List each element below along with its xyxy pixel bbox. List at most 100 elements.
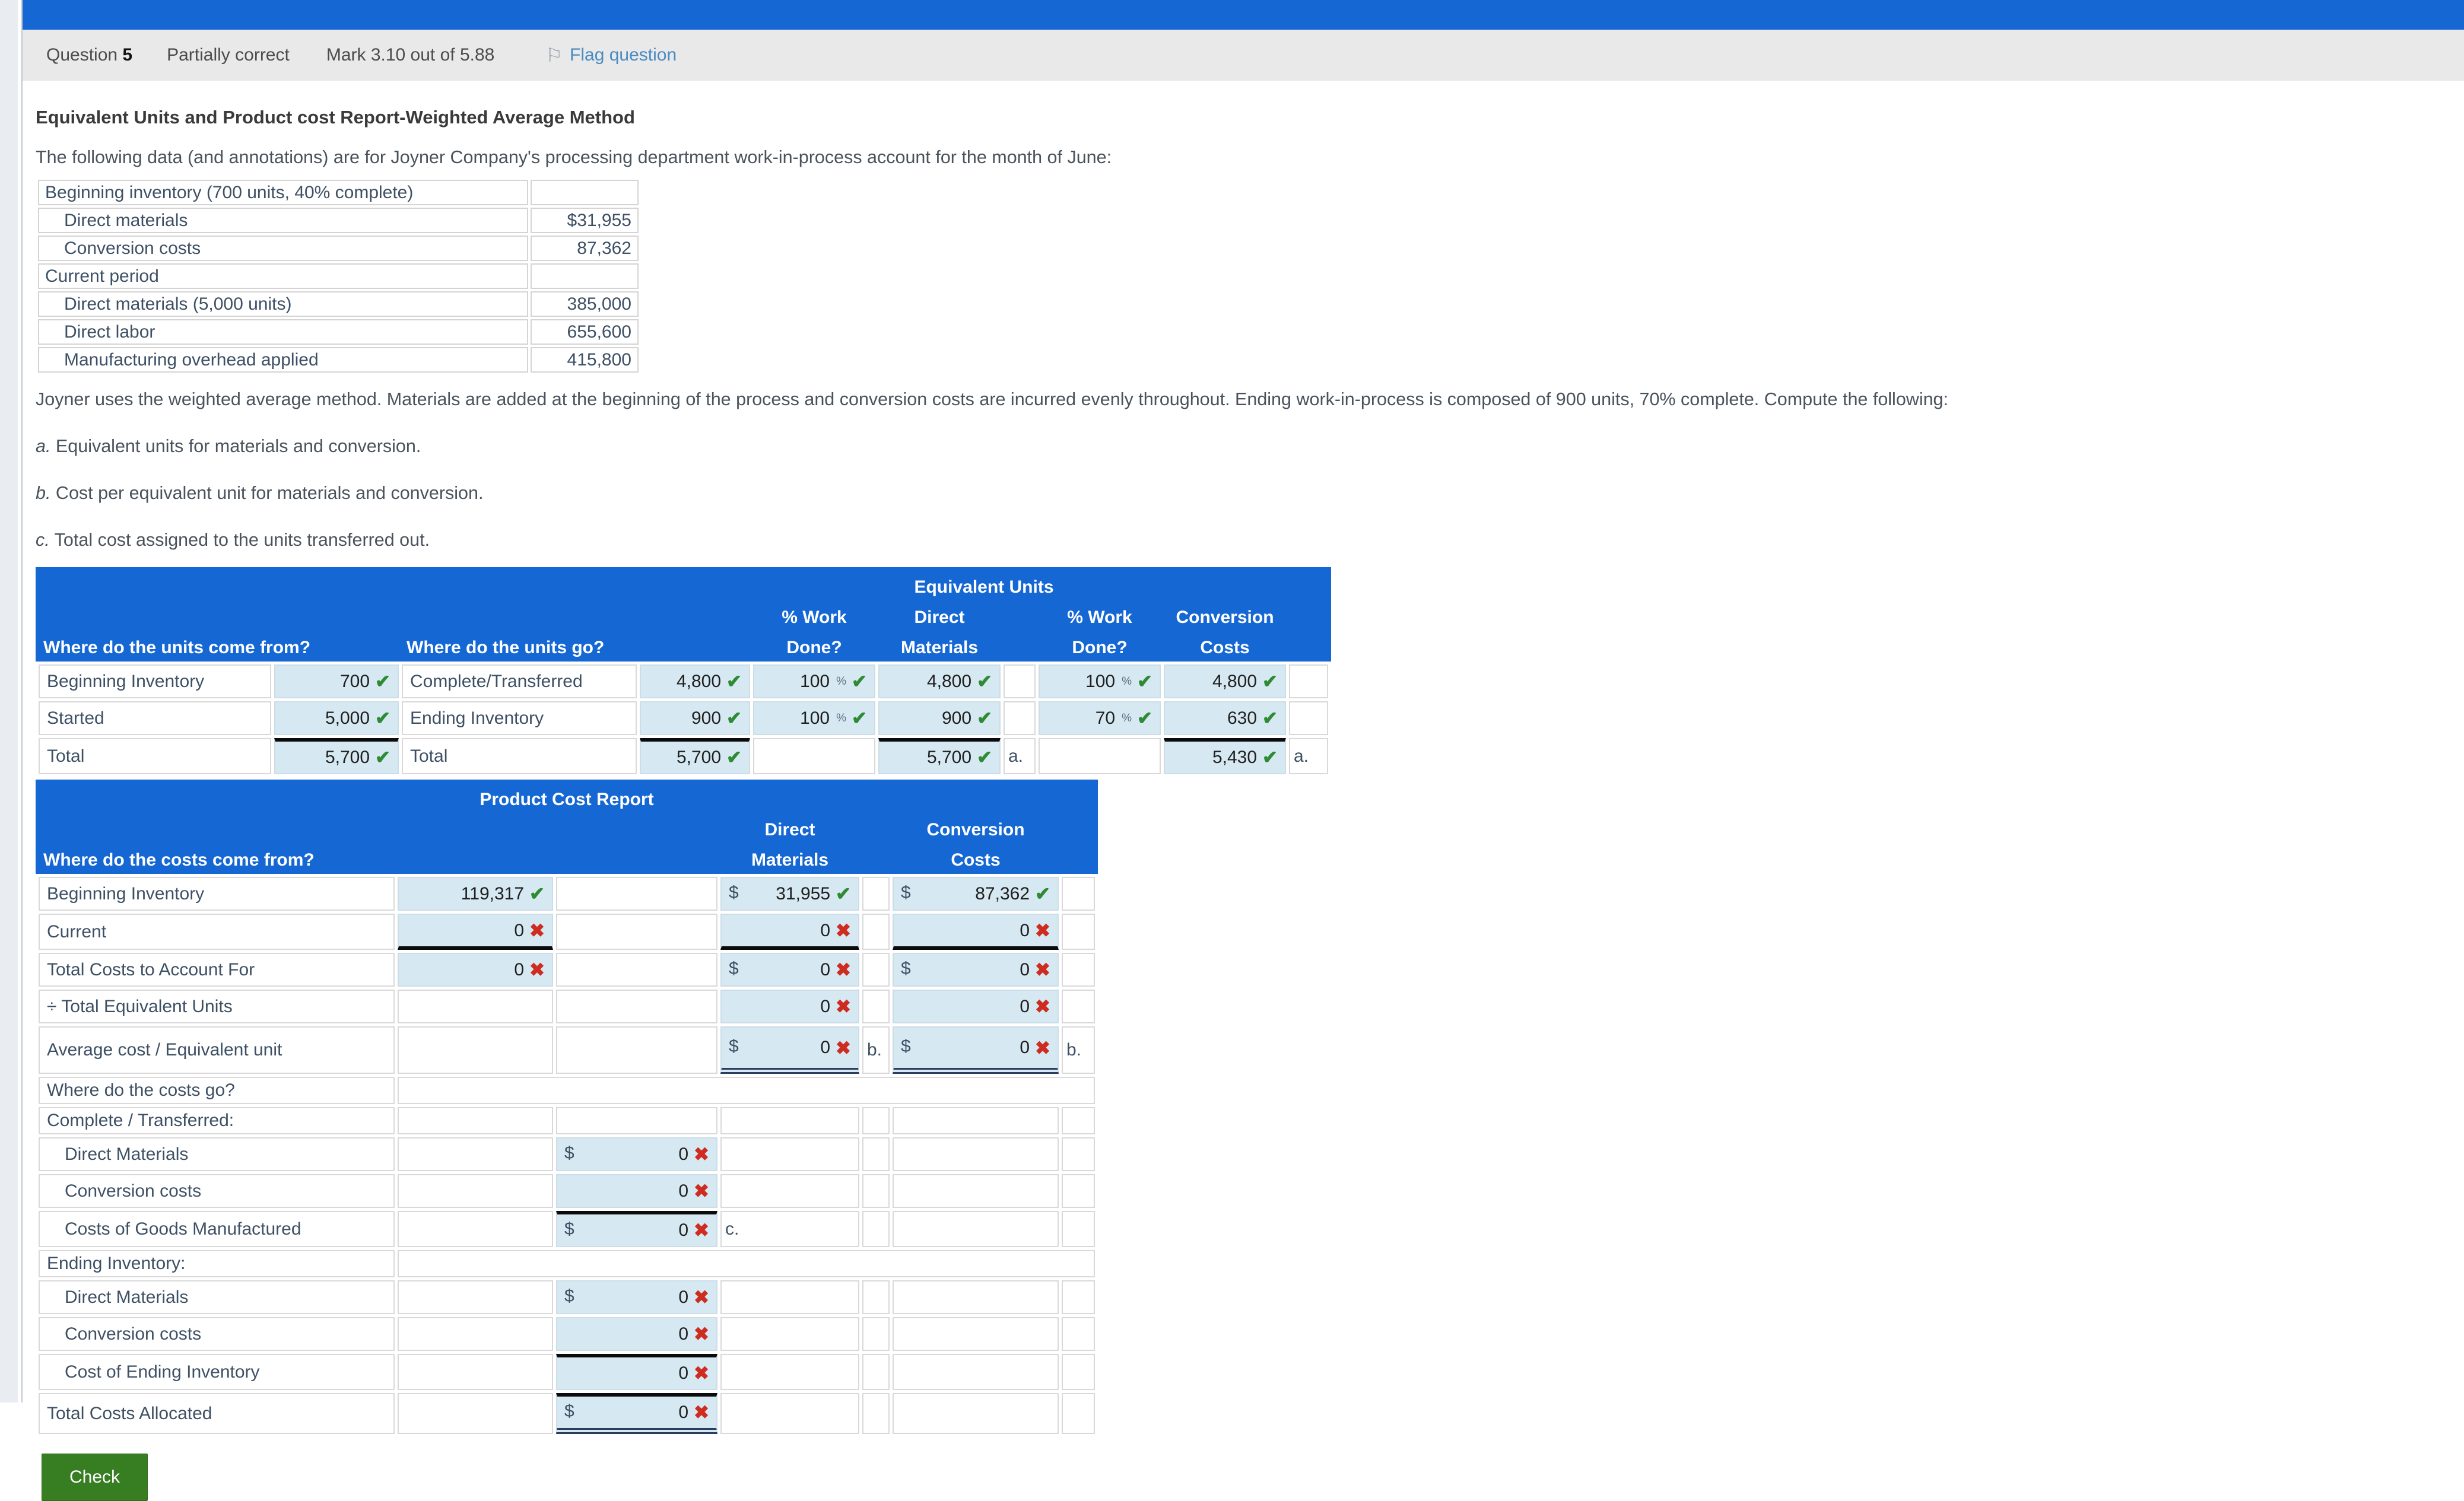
eu-units-input[interactable]: 5,000✔: [274, 701, 399, 735]
empty-cell: [753, 738, 875, 774]
check-button[interactable]: Check: [42, 1454, 148, 1501]
empty-cell: [893, 1174, 1059, 1208]
pcr-note-cell: [1062, 1354, 1095, 1390]
result-mark-icon: ✖: [694, 1182, 709, 1200]
pcr-note-cell: [1062, 1280, 1095, 1314]
dollar-sign: $: [729, 960, 739, 978]
pcr-dm-input[interactable]: $0✖: [720, 953, 859, 987]
pcr-amount-input[interactable]: $0✖: [556, 1137, 717, 1171]
pcr-note-cell: [1062, 1317, 1095, 1351]
pcr-amount-input[interactable]: $0✖: [556, 1393, 717, 1434]
eu-units-input[interactable]: 5,700✔: [640, 738, 750, 774]
table-row: Average cost / Equivalent unit $0✖ b. $0…: [39, 1026, 1095, 1074]
eu-header-conversion: Conversion: [1164, 604, 1286, 631]
pcr-amount-input[interactable]: $0✖: [556, 1280, 717, 1314]
eu-conversion-input[interactable]: 5,430✔: [1164, 738, 1286, 774]
empty-cell: [720, 1393, 859, 1434]
result-mark-icon: ✖: [529, 921, 545, 940]
pcr-total-input[interactable]: 119,317✔: [398, 877, 553, 911]
data-value: 655,600: [531, 319, 639, 345]
eu-pct-input[interactable]: 100%✔: [1039, 664, 1161, 698]
eu-header-spacer: [1004, 604, 1036, 631]
empty-cell: [720, 1354, 859, 1390]
pcr-row-label: Current: [39, 914, 395, 950]
pcr-header-costs: Costs: [893, 847, 1059, 874]
eu-note-cell: a.: [1004, 738, 1036, 774]
eu-units-input[interactable]: 900✔: [640, 701, 750, 735]
empty-cell: [556, 914, 717, 950]
pcr-dm-input[interactable]: $31,955✔: [720, 877, 859, 911]
task-text: Total cost assigned to the units transfe…: [55, 530, 430, 550]
intro-text: The following data (and annotations) are…: [36, 147, 2431, 168]
eu-units-input[interactable]: 5,700✔: [274, 738, 399, 774]
pcr-dm-input[interactable]: $0✖: [720, 1026, 859, 1074]
eu-conversion-input[interactable]: 4,800✔: [1164, 664, 1286, 698]
pcr-cc-input[interactable]: $0✖: [893, 1026, 1059, 1074]
pcr-cc-input[interactable]: 0✖: [893, 990, 1059, 1023]
eu-materials-input[interactable]: 5,700✔: [878, 738, 1001, 774]
page-title: Equivalent Units and Product cost Report…: [36, 107, 2431, 128]
data-label: Conversion costs: [38, 236, 528, 261]
data-value: $31,955: [531, 208, 639, 233]
empty-cell: [398, 1174, 553, 1208]
question-status: Partially correct: [167, 45, 290, 65]
pcr-total-input[interactable]: 0✖: [398, 914, 553, 950]
eu-materials-input[interactable]: 4,800✔: [878, 664, 1001, 698]
eu-conversion-input[interactable]: 630✔: [1164, 701, 1286, 735]
pcr-note-cell: [1062, 990, 1095, 1023]
task-letter: b.: [36, 483, 50, 503]
pcr-row-label: Beginning Inventory: [39, 877, 395, 911]
result-mark-icon: ✖: [529, 961, 545, 979]
pcr-header-materials: Materials: [720, 847, 859, 874]
table-row: Total 5,700✔ Total 5,700✔ 5,700✔ a. 5,43…: [39, 738, 1328, 774]
result-mark-icon: ✔: [977, 748, 992, 767]
eu-header-costs: Costs: [1164, 634, 1286, 662]
eu-units-input[interactable]: 700✔: [274, 664, 399, 698]
pcr-dm-input[interactable]: 0✖: [720, 990, 859, 1023]
eu-pct-input[interactable]: 100%✔: [753, 701, 875, 735]
flag-question-label: Flag question: [570, 45, 677, 65]
pcr-amount-input[interactable]: 0✖: [556, 1354, 717, 1390]
eu-units-input[interactable]: 4,800✔: [640, 664, 750, 698]
eu-materials-input[interactable]: 900✔: [878, 701, 1001, 735]
pcr-table-header: Product Cost Report Where do the costs c…: [39, 783, 1095, 874]
eu-header-units-from: Where do the units come from?: [39, 634, 399, 662]
data-value: 415,800: [531, 347, 639, 373]
product-cost-report-table: Product Cost Report Where do the costs c…: [36, 780, 1098, 1437]
flag-question-link[interactable]: ⚐ Flag question: [545, 45, 677, 65]
eu-pct-input[interactable]: 70%✔: [1039, 701, 1161, 735]
pcr-cc-input[interactable]: $0✖: [893, 953, 1059, 987]
data-label: Direct materials: [38, 208, 528, 233]
pcr-row-label: Cost of Ending Inventory: [39, 1354, 395, 1390]
data-label: Beginning inventory (700 units, 40% comp…: [38, 180, 528, 205]
pcr-total-input[interactable]: 0✖: [398, 953, 553, 987]
pcr-dm-input[interactable]: 0✖: [720, 914, 859, 950]
dollar-sign: $: [564, 1287, 574, 1305]
eu-header-direct: Direct: [878, 604, 1001, 631]
eu-pct-input[interactable]: 100%✔: [753, 664, 875, 698]
pcr-amount-input[interactable]: 0✖: [556, 1174, 717, 1208]
eu-row-label: Beginning Inventory: [39, 664, 271, 698]
result-mark-icon: ✔: [1035, 885, 1050, 903]
data-label: Direct materials (5,000 units): [38, 291, 528, 317]
table-row: ÷ Total Equivalent Units 0✖ 0✖: [39, 990, 1095, 1023]
page-left-gutter: [0, 0, 18, 1403]
empty-cell: [720, 1280, 859, 1314]
pcr-note-cell: [862, 1107, 890, 1134]
question-mark: Mark 3.10 out of 5.88: [326, 45, 495, 65]
eu-header-pct-work: % Work: [753, 604, 875, 631]
table-row: Direct Materials $0✖: [39, 1280, 1095, 1314]
table-row: Where do the costs go?: [39, 1077, 1095, 1104]
pcr-row-label: Direct Materials: [39, 1137, 395, 1171]
pcr-note-cell: [862, 914, 890, 950]
result-mark-icon: ✔: [1262, 748, 1278, 767]
data-value: 385,000: [531, 291, 639, 317]
pcr-note-cell: [1062, 914, 1095, 950]
pcr-cc-input[interactable]: $87,362✔: [893, 877, 1059, 911]
pcr-amount-input[interactable]: 0✖: [556, 1317, 717, 1351]
result-mark-icon: ✖: [694, 1325, 709, 1343]
result-mark-icon: ✖: [694, 1364, 709, 1382]
pcr-amount-input[interactable]: $0✖: [556, 1211, 717, 1247]
table-row: Cost of Ending Inventory 0✖: [39, 1354, 1095, 1390]
pcr-cc-input[interactable]: 0✖: [893, 914, 1059, 950]
